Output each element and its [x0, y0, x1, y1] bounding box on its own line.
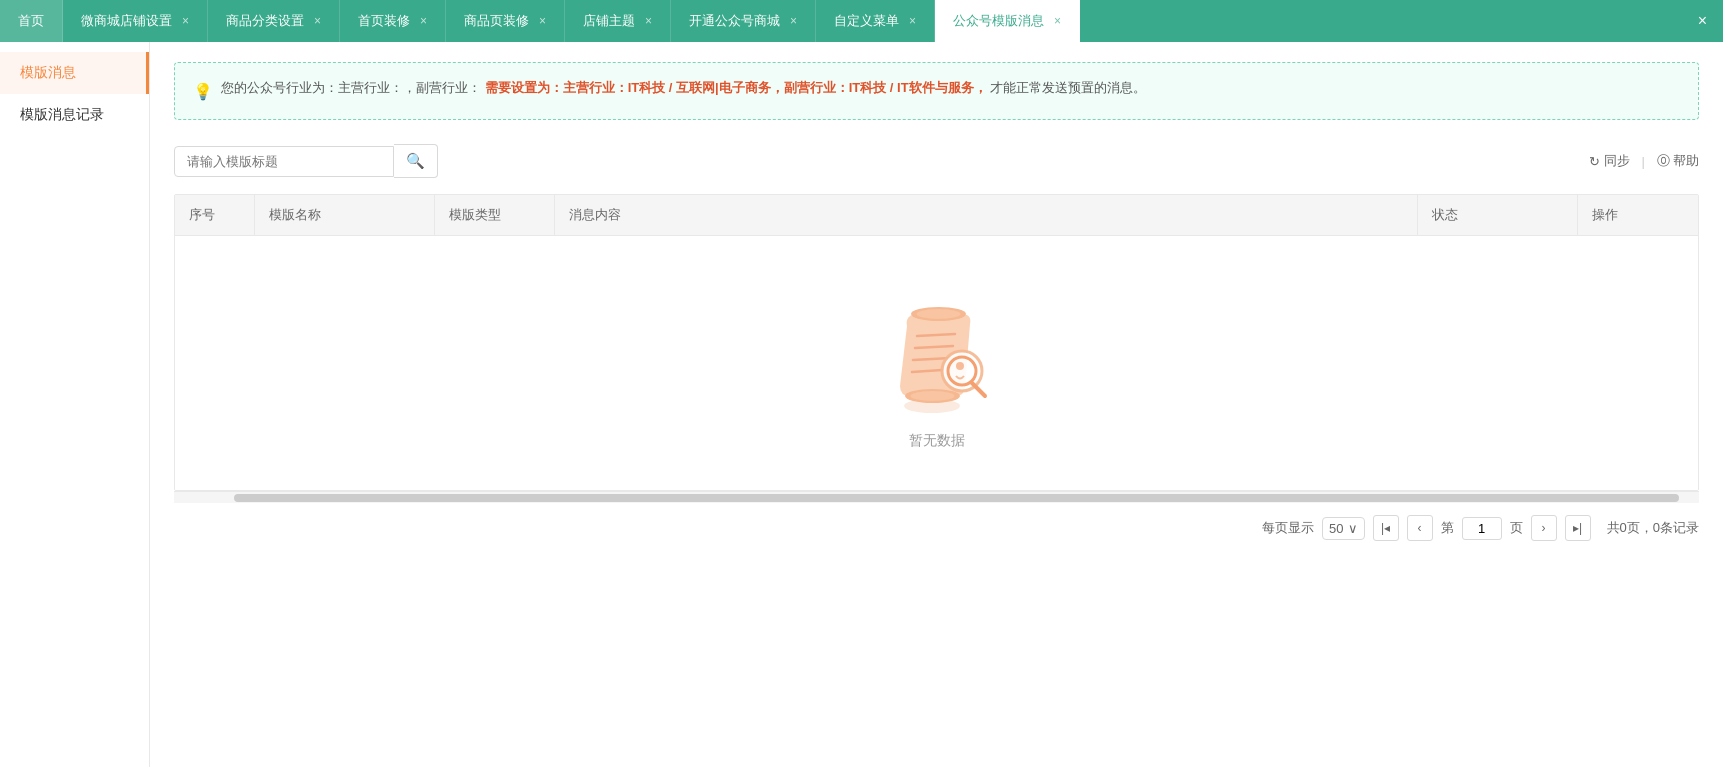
tab-shop-theme[interactable]: 店铺主题 ×	[565, 0, 671, 42]
empty-text: 暂无数据	[909, 432, 965, 450]
svg-point-2	[916, 309, 960, 319]
sidebar-item-template-message-label: 模版消息	[20, 64, 76, 80]
tab-home-decor[interactable]: 首页装修 ×	[340, 0, 446, 42]
top-navigation: 首页 微商城店铺设置 × 商品分类设置 × 首页装修 × 商品页装修 × 店铺主…	[0, 0, 1723, 42]
notice-box: 💡 您的公众号行业为：主营行业：，副营行业： 需要设置为：主营行业：IT科技 /…	[174, 62, 1699, 120]
notice-highlight: 需要设置为：主营行业：IT科技 / 互联网|电子商务，副营行业：IT科技 / I…	[485, 80, 987, 95]
search-button[interactable]: 🔍	[394, 144, 438, 178]
page-word-first: 第	[1441, 519, 1454, 537]
close-tab-home-decor[interactable]: ×	[420, 14, 427, 28]
scrollbar-area[interactable]	[174, 491, 1699, 503]
first-page-button[interactable]: |◂	[1373, 515, 1399, 541]
page-size-label: 每页显示	[1262, 519, 1314, 537]
search-icon: 🔍	[406, 152, 425, 169]
bulb-icon: 💡	[193, 78, 213, 105]
page-total: 共0页，0条记录	[1607, 519, 1699, 537]
last-page-icon: ▸|	[1573, 521, 1582, 535]
svg-point-4	[910, 391, 954, 401]
search-bar: 🔍 ↻ 同步 | ⓪ 帮助	[174, 144, 1699, 178]
sidebar-item-template-message-record[interactable]: 模版消息记录	[0, 94, 149, 136]
divider: |	[1642, 154, 1645, 169]
tab-open-mall[interactable]: 开通公众号商城 ×	[671, 0, 816, 42]
close-all-tabs-button[interactable]: ×	[1682, 0, 1723, 42]
chevron-down-icon: ∨	[1348, 521, 1358, 536]
tab-shop-settings[interactable]: 微商城店铺设置 ×	[63, 0, 208, 42]
sync-button[interactable]: ↻ 同步	[1589, 152, 1630, 170]
current-page-input[interactable]	[1462, 517, 1502, 540]
svg-line-11	[972, 383, 985, 396]
tab-template-message-label: 公众号模版消息	[953, 12, 1044, 30]
help-icon: ⓪	[1657, 152, 1670, 170]
empty-icon	[877, 296, 997, 416]
table-header: 序号 模版名称 模版类型 消息内容 状态 操作	[175, 195, 1698, 236]
tab-home-decor-label: 首页装修	[358, 12, 410, 30]
tab-category-settings[interactable]: 商品分类设置 ×	[208, 0, 340, 42]
col-index: 序号	[175, 195, 255, 235]
table: 序号 模版名称 模版类型 消息内容 状态 操作	[174, 194, 1699, 491]
col-type: 模版类型	[435, 195, 555, 235]
tab-shop-settings-label: 微商城店铺设置	[81, 12, 172, 30]
page-word: 页	[1510, 519, 1523, 537]
tab-category-settings-label: 商品分类设置	[226, 12, 304, 30]
page-size-select[interactable]: 50 ∨	[1322, 517, 1364, 540]
sidebar-item-template-message[interactable]: 模版消息	[0, 52, 149, 94]
close-tab-custom-menu[interactable]: ×	[909, 14, 916, 28]
col-content: 消息内容	[555, 195, 1418, 235]
next-page-icon: ›	[1542, 521, 1546, 535]
help-button[interactable]: ⓪ 帮助	[1657, 152, 1699, 170]
search-input[interactable]	[174, 146, 394, 177]
main-layout: 模版消息 模版消息记录 💡 您的公众号行业为：主营行业：，副营行业： 需要设置为…	[0, 42, 1723, 767]
scrollbar-thumb[interactable]	[234, 494, 1679, 502]
close-tab-shop-settings[interactable]: ×	[182, 14, 189, 28]
col-action: 操作	[1578, 195, 1698, 235]
tab-shop-theme-label: 店铺主题	[583, 12, 635, 30]
tab-product-decor[interactable]: 商品页装修 ×	[446, 0, 565, 42]
close-tab-category-settings[interactable]: ×	[314, 14, 321, 28]
notice-prefix: 您的公众号行业为：主营行业：，副营行业：	[221, 80, 481, 95]
tab-open-mall-label: 开通公众号商城	[689, 12, 780, 30]
sidebar: 模版消息 模版消息记录	[0, 42, 150, 767]
tab-product-decor-label: 商品页装修	[464, 12, 529, 30]
empty-state: 暂无数据	[175, 236, 1698, 490]
prev-page-icon: ‹	[1418, 521, 1422, 535]
tab-custom-menu-label: 自定义菜单	[834, 12, 899, 30]
close-tab-open-mall[interactable]: ×	[790, 14, 797, 28]
search-actions: ↻ 同步 | ⓪ 帮助	[1589, 152, 1699, 170]
close-tab-shop-theme[interactable]: ×	[645, 14, 652, 28]
close-tab-product-decor[interactable]: ×	[539, 14, 546, 28]
col-status: 状态	[1418, 195, 1578, 235]
sync-icon: ↻	[1589, 154, 1600, 169]
first-page-icon: |◂	[1381, 521, 1390, 535]
col-name: 模版名称	[255, 195, 435, 235]
notice-suffix: 才能正常发送预置的消息。	[990, 80, 1146, 95]
page-size-value: 50	[1329, 521, 1343, 536]
tab-custom-menu[interactable]: 自定义菜单 ×	[816, 0, 935, 42]
pagination: 每页显示 50 ∨ |◂ ‹ 第 页 › ▸| 共0页，0条记录	[174, 503, 1699, 545]
sidebar-item-template-message-record-label: 模版消息记录	[20, 106, 104, 122]
notice-text: 您的公众号行业为：主营行业：，副营行业： 需要设置为：主营行业：IT科技 / 互…	[221, 77, 1146, 99]
next-page-button[interactable]: ›	[1531, 515, 1557, 541]
last-page-button[interactable]: ▸|	[1565, 515, 1591, 541]
tab-home[interactable]: 首页	[0, 0, 63, 42]
sync-label: 同步	[1604, 152, 1630, 170]
close-tab-template-message[interactable]: ×	[1054, 14, 1061, 28]
tab-home-label: 首页	[18, 12, 44, 30]
svg-point-12	[956, 362, 964, 370]
content-area: 💡 您的公众号行业为：主营行业：，副营行业： 需要设置为：主营行业：IT科技 /…	[150, 42, 1723, 767]
tab-template-message[interactable]: 公众号模版消息 ×	[935, 0, 1080, 42]
help-label: 帮助	[1673, 152, 1699, 170]
prev-page-button[interactable]: ‹	[1407, 515, 1433, 541]
